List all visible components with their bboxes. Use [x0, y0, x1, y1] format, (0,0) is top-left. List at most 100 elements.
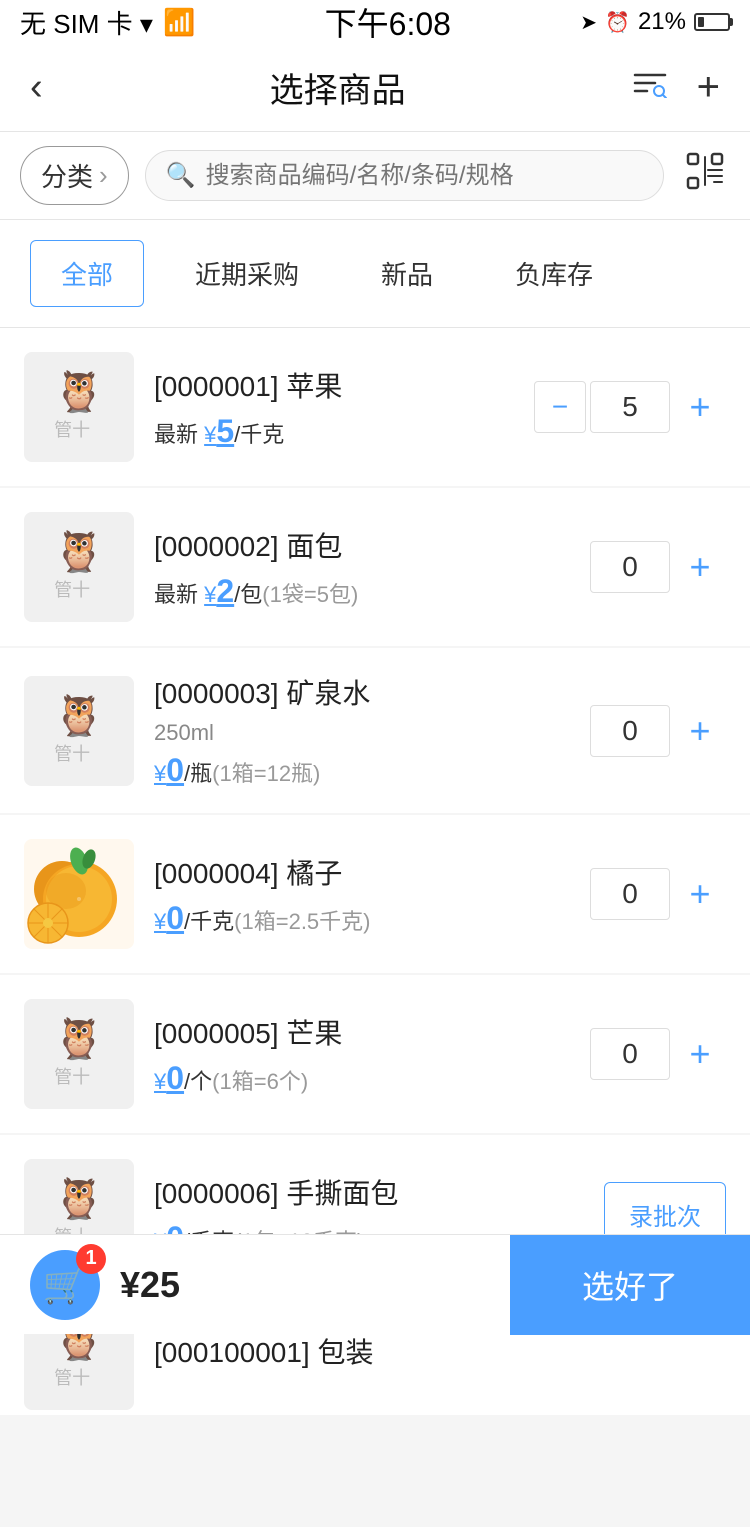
nav-actions: + [633, 65, 720, 110]
product-name: [0000002] 面包 [154, 525, 510, 565]
status-left: 无 SIM 卡 ▾ 📶 [20, 4, 195, 41]
price-value: 2 [216, 573, 234, 609]
tab-recent[interactable]: 近期采购 [164, 240, 330, 307]
quantity-control: − + [534, 381, 726, 433]
status-time: 下午6:08 [325, 0, 451, 45]
product-info: [0000003] 矿泉水 250ml ¥0/瓶(1箱=12瓶) [154, 672, 510, 789]
filter-icon[interactable] [633, 68, 667, 107]
cart-button[interactable]: 🛒 1 [30, 1250, 100, 1320]
owl-brand-text: 管十 [54, 416, 104, 442]
category-label: 分类 [41, 157, 93, 194]
price-extra: (1袋=5包) [262, 582, 358, 607]
confirm-button[interactable]: 选好了 [510, 1235, 750, 1335]
product-spec: 250ml [154, 720, 510, 746]
product-thumbnail: 🦉 管十 [24, 352, 134, 462]
bottom-bar: 🛒 1 ¥25 选好了 [0, 1234, 750, 1334]
product-name: [0000001] 苹果 [154, 365, 514, 405]
quantity-input[interactable] [590, 868, 670, 920]
alarm-icon: ⏰ [605, 10, 630, 35]
product-thumbnail: 🦉 管十 [24, 999, 134, 1109]
product-thumbnail [24, 839, 134, 949]
quantity-control: + [530, 541, 726, 593]
price-unit: /瓶 [184, 761, 212, 786]
search-icon: 🔍 [166, 161, 196, 190]
product-info: [0000001] 苹果 最新 ¥5/千克 [154, 365, 514, 450]
product-thumbnail: 🦉 管十 [24, 512, 134, 622]
quantity-plus-button[interactable]: + [674, 381, 726, 433]
page-title: 选择商品 [270, 63, 406, 112]
owl-icon: 🦉 [54, 696, 104, 736]
product-info: [0000005] 芒果 ¥0/个(1箱=6个) [154, 1012, 510, 1097]
category-button[interactable]: 分类 › [20, 146, 129, 205]
tab-all[interactable]: 全部 [30, 240, 144, 307]
product-price: ¥0/瓶(1箱=12瓶) [154, 752, 510, 789]
product-item: 🦉 管十 [0000001] 苹果 最新 ¥5/千克 − + [0, 328, 750, 486]
tab-negative[interactable]: 负库存 [484, 240, 624, 307]
product-info: [0000004] 橘子 ¥0/千克(1箱=2.5千克) [154, 852, 510, 937]
price-value: 0 [166, 752, 184, 788]
owl-brand-text: 管十 [54, 740, 104, 766]
fruit-image [24, 839, 134, 949]
price-value: 0 [166, 1060, 184, 1096]
owl-icon: 🦉 [54, 1179, 104, 1219]
tabs-bar: 全部 近期采购 新品 负库存 [0, 220, 750, 328]
price-value: 5 [216, 413, 234, 449]
quantity-plus-button[interactable]: + [674, 705, 726, 757]
quantity-control: + [530, 705, 726, 757]
product-price: ¥0/千克(1箱=2.5千克) [154, 900, 510, 937]
owl-brand-text: 管十 [54, 576, 104, 602]
product-item: 🦉 管十 [0000002] 面包 最新 ¥2/包(1袋=5包) + [0, 488, 750, 646]
price-currency: ¥ [204, 422, 216, 447]
price-extra: (1箱=12瓶) [212, 761, 320, 786]
product-price: 最新 ¥2/包(1袋=5包) [154, 573, 510, 610]
nav-bar: ‹ 选择商品 + [0, 44, 750, 132]
product-name: [0000003] 矿泉水 [154, 672, 510, 712]
price-unit: /包 [234, 582, 262, 607]
price-unit: /个 [184, 1069, 212, 1094]
product-name: [0000005] 芒果 [154, 1012, 510, 1052]
status-right: ➤ ⏰ 21% [580, 8, 730, 36]
product-list: 🦉 管十 [0000001] 苹果 最新 ¥5/千克 − + 🦉 管十 [000… [0, 328, 750, 1527]
quantity-plus-button[interactable]: + [674, 541, 726, 593]
price-unit: /千克 [184, 909, 234, 934]
price-currency: ¥ [154, 1069, 166, 1094]
search-input[interactable] [206, 162, 643, 190]
product-name: [0000006] 手撕面包 [154, 1172, 584, 1212]
product-item: 🦉 管十 [0000003] 矿泉水 250ml ¥0/瓶(1箱=12瓶) + [0, 648, 750, 813]
quantity-input[interactable] [590, 381, 670, 433]
quantity-input[interactable] [590, 541, 670, 593]
cart-section: 🛒 1 ¥25 [0, 1250, 510, 1320]
price-currency: ¥ [204, 582, 216, 607]
price-prefix: 最新 [154, 422, 204, 447]
quantity-control: + [530, 1028, 726, 1080]
product-thumbnail: 🦉 管十 [24, 676, 134, 786]
product-info: [0000002] 面包 最新 ¥2/包(1袋=5包) [154, 525, 510, 610]
owl-icon: 🦉 [54, 1019, 104, 1059]
quantity-input[interactable] [590, 705, 670, 757]
owl-brand-text: 管十 [54, 1063, 104, 1089]
location-icon: ➤ [580, 10, 597, 35]
quantity-input[interactable] [590, 1028, 670, 1080]
battery-percent: 21% [638, 8, 686, 36]
price-prefix: 最新 [154, 582, 204, 607]
product-name: [000100001] 包装 [154, 1331, 726, 1371]
scan-icon[interactable] [680, 152, 730, 199]
quantity-plus-button[interactable]: + [674, 868, 726, 920]
price-currency: ¥ [154, 761, 166, 786]
battery-icon [694, 13, 730, 31]
add-icon[interactable]: + [697, 65, 720, 110]
filter-bar: 分类 › 🔍 [0, 132, 750, 220]
product-item: 🦉 管十 [0000005] 芒果 ¥0/个(1箱=6个) + [0, 975, 750, 1133]
product-price: 最新 ¥5/千克 [154, 413, 514, 450]
chevron-right-icon: › [99, 160, 108, 191]
cart-badge: 1 [76, 1244, 106, 1274]
tab-new[interactable]: 新品 [350, 240, 464, 307]
quantity-plus-button[interactable]: + [674, 1028, 726, 1080]
price-value: 0 [166, 900, 184, 936]
back-button[interactable]: ‹ [30, 66, 43, 109]
owl-brand-text: 管十 [54, 1364, 104, 1390]
price-currency: ¥ [154, 909, 166, 934]
owl-icon: 🦉 [54, 532, 104, 572]
product-item: [0000004] 橘子 ¥0/千克(1箱=2.5千克) + [0, 815, 750, 973]
quantity-minus-button[interactable]: − [534, 381, 586, 433]
